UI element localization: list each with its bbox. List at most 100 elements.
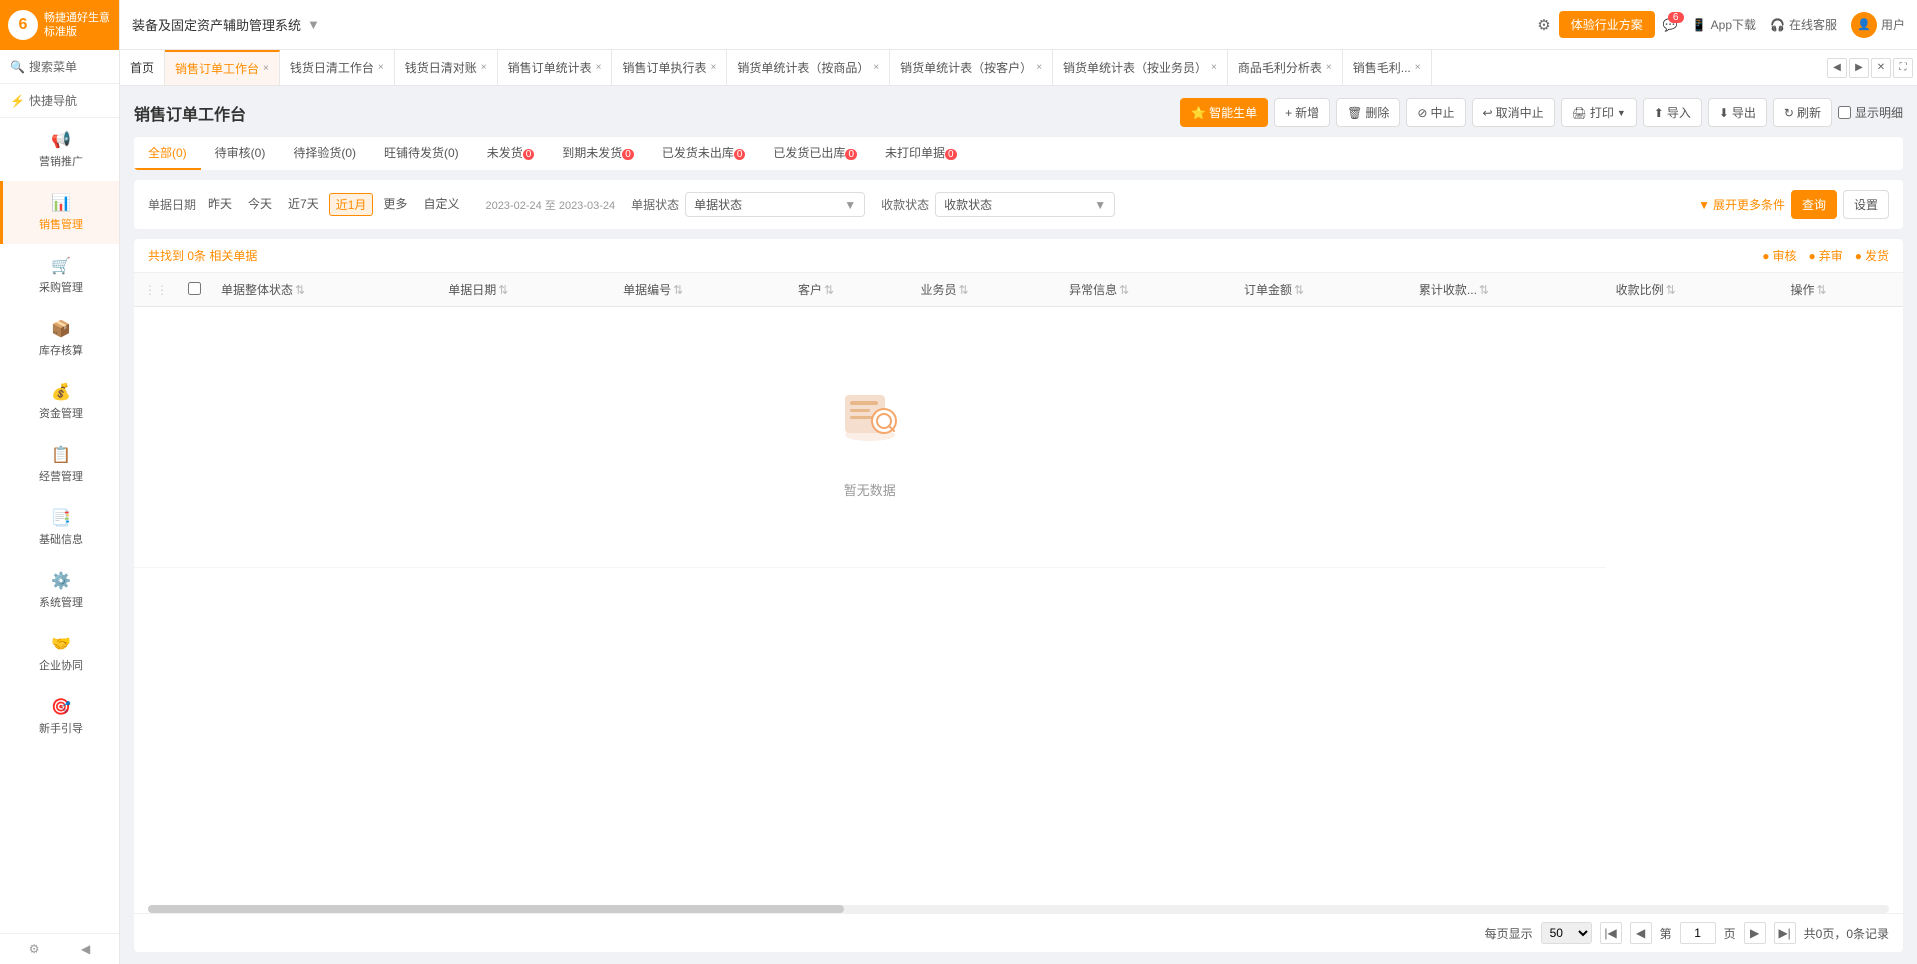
tab-sales-by-product[interactable]: 销货单统计表（按商品）× — [727, 50, 890, 86]
tab-cash-reconcile[interactable]: 钱货日清对账× — [395, 50, 498, 86]
collapse-icon[interactable]: ◀ — [81, 942, 90, 956]
sidebar-item-basic[interactable]: 📑基础信息 — [0, 496, 119, 559]
app-download[interactable]: 📱 App下载 — [1692, 16, 1756, 33]
add-btn[interactable]: + 新增 — [1274, 98, 1330, 127]
query-btn[interactable]: 查询 — [1791, 190, 1837, 219]
tab-maximize-btn[interactable]: ⛶ — [1893, 58, 1913, 78]
filter-tab-shipped-not-out[interactable]: 已发货未出库0 — [648, 137, 760, 170]
tab-cash-daily[interactable]: 钱货日清工作台× — [280, 50, 395, 86]
online-service[interactable]: 🎧 在线客服 — [1770, 16, 1837, 33]
tab-prev-btn[interactable]: ◀ — [1827, 58, 1847, 78]
sidebar-item-purchase[interactable]: 🛒采购管理 — [0, 244, 119, 307]
filter-tab-not-shipped[interactable]: 未发货0 — [473, 137, 549, 170]
sort-icon-exception[interactable]: ⇅ — [1119, 283, 1129, 297]
sort-icon-customer[interactable]: ⇅ — [824, 283, 834, 297]
show-detail-checkbox[interactable]: 显示明细 — [1838, 104, 1903, 121]
page-last-btn[interactable]: ▶| — [1774, 922, 1796, 944]
unaudit-link[interactable]: ● 弃审 — [1808, 247, 1842, 264]
sort-icon-collected[interactable]: ⇅ — [1479, 283, 1489, 297]
user-menu[interactable]: 👤 用户 — [1851, 12, 1905, 38]
quick-nav[interactable]: ⚡ 快捷导航 — [0, 84, 119, 118]
page-input[interactable] — [1680, 922, 1716, 944]
filter-tab-unprinted[interactable]: 未打印单据0 — [871, 137, 971, 170]
cancel-pause-btn[interactable]: ↩ 取消中止 — [1472, 98, 1555, 127]
date-opt-更多[interactable]: 更多 — [377, 193, 413, 216]
tab-close-sales-workbench[interactable]: × — [263, 63, 269, 74]
sidebar-item-inventory[interactable]: 📦库存核算 — [0, 307, 119, 370]
filter-tab-expired-unshipped[interactable]: 到期未发货0 — [548, 137, 648, 170]
sort-icon-amount[interactable]: ⇅ — [1294, 283, 1304, 297]
tab-close-sales-stats[interactable]: × — [596, 62, 602, 73]
payment-select[interactable]: 收款状态 ▼ — [935, 192, 1115, 217]
tab-sales-workbench[interactable]: 销售订单工作台× — [165, 50, 280, 86]
tab-close-cash-daily[interactable]: × — [378, 62, 384, 73]
sort-icon-ratio[interactable]: ⇅ — [1666, 283, 1676, 297]
message-icon[interactable]: 💬 6 — [1663, 18, 1678, 32]
tab-close-sales-by-customer[interactable]: × — [1036, 62, 1042, 73]
filter-tab-pending[interactable]: 待审核(0) — [201, 137, 280, 170]
print-btn[interactable]: 🖨 打印 ▼ — [1561, 98, 1637, 127]
sidebar-item-finance[interactable]: 💰资金管理 — [0, 370, 119, 433]
tab-close-gross-margin[interactable]: × — [1326, 62, 1332, 73]
date-opt-昨天[interactable]: 昨天 — [202, 193, 238, 216]
date-opt-自定义[interactable]: 自定义 — [417, 193, 465, 216]
tab-close-sales-by-staff[interactable]: × — [1211, 62, 1217, 73]
tab-sales-by-staff[interactable]: 销货单统计表（按业务员）× — [1053, 50, 1228, 86]
tab-sales-exec[interactable]: 销售订单执行表× — [612, 50, 727, 86]
filter-tab-pending-inspect[interactable]: 待择验货(0) — [279, 137, 370, 170]
sort-icon-staff[interactable]: ⇅ — [959, 283, 969, 297]
setting-btn[interactable]: 设置 — [1843, 190, 1889, 219]
dropdown-icon[interactable]: ▼ — [307, 17, 320, 32]
tab-close-sales-by-product[interactable]: × — [873, 62, 879, 73]
sidebar-item-enterprise[interactable]: 🤝企业协同 — [0, 622, 119, 685]
sidebar-search[interactable]: 🔍 搜索菜单 — [0, 50, 119, 84]
ship-link[interactable]: ● 发货 — [1855, 247, 1889, 264]
sidebar-item-sales[interactable]: 📊销售管理 — [0, 181, 119, 244]
industry-btn[interactable]: 体验行业方案 — [1559, 11, 1655, 38]
sort-icon-date[interactable]: ⇅ — [498, 283, 508, 297]
filter-tab-wangpu-ship[interactable]: 旺铺待发货(0) — [370, 137, 473, 170]
tab-close-all-btn[interactable]: ✕ — [1871, 58, 1891, 78]
horizontal-scrollbar[interactable] — [148, 905, 1889, 913]
audit-link[interactable]: ● 审核 — [1762, 247, 1796, 264]
tab-close-cash-reconcile[interactable]: × — [481, 62, 487, 73]
settings-icon[interactable]: ⚙ — [29, 942, 40, 956]
select-all-checkbox[interactable] — [188, 282, 201, 295]
col-checkbox[interactable] — [178, 273, 211, 307]
tab-sales-by-customer[interactable]: 销货单统计表（按客户）× — [890, 50, 1053, 86]
import-btn[interactable]: ⬆ 导入 — [1643, 98, 1702, 127]
filter-tab-all[interactable]: 全部(0) — [134, 137, 201, 170]
sidebar-item-guide[interactable]: 🎯新手引导 — [0, 685, 119, 748]
sort-icon-number[interactable]: ⇅ — [673, 283, 683, 297]
sidebar-item-marketing[interactable]: 📢营销推广 — [0, 118, 119, 181]
smart-create-btn[interactable]: ⭐ 智能生单 — [1180, 98, 1268, 127]
page-prev-btn[interactable]: ◀ — [1630, 922, 1652, 944]
page-next-btn[interactable]: ▶ — [1744, 922, 1766, 944]
delete-btn[interactable]: 🗑 删除 — [1336, 98, 1400, 127]
scroll-thumb[interactable] — [148, 905, 844, 913]
status-select[interactable]: 单据状态 ▼ — [685, 192, 865, 217]
page-first-btn[interactable]: |◀ — [1600, 922, 1622, 944]
tab-close-sales-exec[interactable]: × — [710, 62, 716, 73]
refresh-btn[interactable]: ↻ 刷新 — [1773, 98, 1832, 127]
tab-home[interactable]: 首页 — [120, 50, 165, 86]
filter-tab-shipped-out[interactable]: 已发货已出库0 — [759, 137, 871, 170]
page-size-select[interactable]: 10 20 50 100 — [1541, 922, 1592, 944]
date-opt-今天[interactable]: 今天 — [242, 193, 278, 216]
sort-icon-status[interactable]: ⇅ — [295, 283, 305, 297]
pause-btn[interactable]: ⊘ 中止 — [1406, 98, 1465, 127]
export-btn[interactable]: ⬇ 导出 — [1708, 98, 1767, 127]
tab-close-sales-more[interactable]: × — [1415, 62, 1421, 73]
show-detail-input[interactable] — [1838, 106, 1851, 119]
sidebar-item-system[interactable]: ⚙️系统管理 — [0, 559, 119, 622]
date-opt-近7天[interactable]: 近7天 — [282, 193, 325, 216]
tab-sales-more[interactable]: 销售毛利...× — [1343, 50, 1432, 86]
gear-icon[interactable]: ⚙ — [1537, 16, 1550, 34]
tab-gross-margin[interactable]: 商品毛利分析表× — [1228, 50, 1343, 86]
tab-next-btn[interactable]: ▶ — [1849, 58, 1869, 78]
sort-icon-action[interactable]: ⇅ — [1817, 283, 1827, 297]
date-opt-近1月[interactable]: 近1月 — [329, 193, 374, 216]
sidebar-item-operations[interactable]: 📋经营管理 — [0, 433, 119, 496]
tab-sales-stats[interactable]: 销售订单统计表× — [498, 50, 613, 86]
expand-conditions-btn[interactable]: ▼ 展开更多条件 — [1698, 196, 1785, 213]
